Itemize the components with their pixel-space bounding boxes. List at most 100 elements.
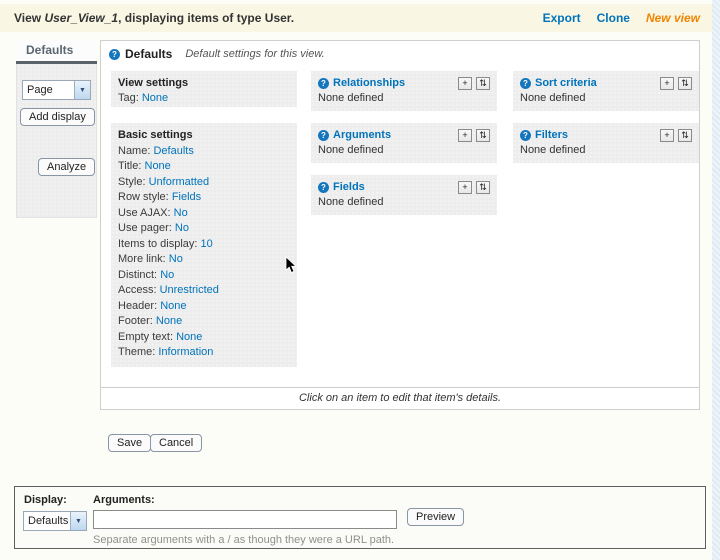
tab-defaults[interactable]: Defaults (16, 40, 97, 64)
setting-row: Use pager: No (118, 221, 290, 237)
setting-label: Theme: (118, 346, 156, 358)
export-link[interactable]: Export (543, 11, 581, 25)
setting-row: Tag: None (118, 91, 290, 107)
setting-label: Title: (118, 160, 142, 172)
setting-value-link[interactable]: None (160, 300, 186, 312)
view-header-bar: View User_View_1, displaying items of ty… (0, 4, 712, 32)
relationships-box: ? Relationships + ⇅ None defined (311, 71, 497, 111)
setting-label: More link: (118, 253, 166, 265)
add-sort-button[interactable]: + (660, 77, 674, 90)
setting-label: Tag: (118, 92, 139, 104)
help-icon[interactable]: ? (318, 78, 329, 89)
setting-row: Header: None (118, 299, 290, 315)
setting-value-link[interactable]: Information (158, 346, 213, 358)
arguments-help-text: Separate arguments with a / as though th… (93, 534, 395, 546)
setting-label: Name: (118, 144, 151, 157)
add-argument-button[interactable]: + (458, 129, 472, 142)
setting-value-link[interactable]: No (174, 207, 188, 219)
add-relationship-button[interactable]: + (458, 77, 472, 90)
filters-box: ? Filters + ⇅ None defined (513, 123, 699, 163)
view-settings-title: View settings (118, 77, 189, 89)
setting-value-link[interactable]: Unrestricted (160, 284, 219, 296)
save-button[interactable]: Save (108, 434, 152, 452)
help-icon[interactable]: ? (520, 78, 531, 89)
help-icon[interactable]: ? (318, 130, 329, 141)
rearrange-sorts-button[interactable]: ⇅ (678, 77, 692, 90)
setting-value-link[interactable]: Unformatted (149, 176, 210, 188)
page-title: View User_View_1, displaying items of ty… (14, 11, 543, 25)
panel-title: Defaults (125, 47, 173, 61)
sort-criteria-link[interactable]: Sort criteria (535, 76, 597, 91)
setting-value-link[interactable]: None (145, 160, 171, 172)
relationships-empty-text: None defined (318, 92, 384, 104)
panel-subtitle: Default settings for this view. (185, 48, 325, 60)
display-type-select[interactable]: Page ▼ (22, 80, 91, 100)
chevron-down-icon: ▼ (70, 512, 86, 530)
relationships-link[interactable]: Relationships (333, 76, 405, 91)
preview-display-select-value: Defaults (28, 515, 69, 527)
setting-row: Items to display: 10 (118, 237, 290, 253)
rearrange-relationships-button[interactable]: ⇅ (476, 77, 490, 90)
clone-link[interactable]: Clone (597, 11, 630, 25)
box-title-row: ? Filters + ⇅ (520, 128, 692, 143)
preview-display-select[interactable]: Defaults ▼ (23, 511, 87, 531)
setting-label: Items to display: (118, 237, 198, 250)
help-icon[interactable]: ? (318, 182, 329, 193)
setting-value-link[interactable]: None (156, 315, 182, 327)
setting-value-link[interactable]: No (175, 222, 189, 234)
setting-value-link[interactable]: No (160, 269, 174, 281)
header-links: Export Clone New view (543, 11, 700, 25)
add-field-button[interactable]: + (458, 181, 472, 194)
preview-button[interactable]: Preview (407, 508, 465, 526)
setting-value-link[interactable]: Fields (172, 191, 201, 203)
arguments-box: ? Arguments + ⇅ None defined (311, 123, 497, 163)
setting-label: Header: (118, 299, 158, 312)
fields-empty-text: None defined (318, 196, 384, 208)
rearrange-fields-button[interactable]: ⇅ (476, 181, 490, 194)
setting-row: Name: Defaults (118, 144, 290, 160)
analyze-button[interactable]: Analyze (38, 158, 96, 176)
setting-label: Distinct: (118, 268, 158, 281)
rearrange-filters-button[interactable]: ⇅ (678, 129, 692, 142)
live-preview-panel: Display: Defaults ▼ Arguments: Preview S… (14, 486, 706, 549)
basic-settings-title: Basic settings (118, 129, 193, 141)
filters-link[interactable]: Filters (535, 128, 568, 143)
box-title-row: ? Arguments + ⇅ (318, 128, 490, 143)
add-filter-button[interactable]: + (660, 129, 674, 142)
setting-value-link[interactable]: None (142, 92, 168, 104)
title-prefix: View (14, 11, 45, 25)
add-display-button[interactable]: Add display (20, 108, 95, 126)
setting-label: Style: (118, 175, 146, 188)
box-title-row: ? Sort criteria + ⇅ (520, 76, 692, 91)
setting-row: Style: Unformatted (118, 175, 290, 191)
arguments-label: Arguments: (93, 494, 155, 506)
cancel-button[interactable]: Cancel (150, 434, 203, 452)
setting-value-link[interactable]: Defaults (153, 145, 193, 157)
display-type-select-value: Page (27, 84, 53, 96)
help-icon[interactable]: ? (520, 130, 531, 141)
setting-row: Distinct: No (118, 268, 290, 284)
fields-link[interactable]: Fields (333, 180, 365, 195)
arguments-empty-text: None defined (318, 144, 384, 156)
panel-header: ? Defaults Default settings for this vie… (109, 47, 325, 61)
sort-criteria-box: ? Sort criteria + ⇅ None defined (513, 71, 699, 111)
help-icon[interactable]: ? (109, 48, 120, 60)
setting-value-link[interactable]: 10 (201, 238, 213, 250)
setting-label: Empty text: (118, 330, 174, 343)
new-view-link[interactable]: New view (646, 11, 700, 25)
setting-value-link[interactable]: No (169, 253, 183, 265)
setting-row: Row style: Fields (118, 190, 290, 206)
arguments-link[interactable]: Arguments (333, 128, 391, 143)
setting-row: Footer: None (118, 314, 290, 330)
title-suffix: , displaying items of type User. (118, 11, 295, 25)
setting-row: Empty text: None (118, 330, 290, 346)
setting-label: Use AJAX: (118, 206, 171, 219)
view-settings-box: View settings Tag: None (111, 71, 297, 107)
setting-label: Footer: (118, 315, 153, 327)
arguments-input[interactable] (93, 510, 397, 529)
setting-row: More link: No (118, 252, 290, 268)
sort-criteria-empty-text: None defined (520, 92, 586, 104)
setting-value-link[interactable]: None (176, 331, 202, 343)
panel-footer-note: Click on an item to edit that item's det… (101, 387, 699, 409)
rearrange-arguments-button[interactable]: ⇅ (476, 129, 490, 142)
